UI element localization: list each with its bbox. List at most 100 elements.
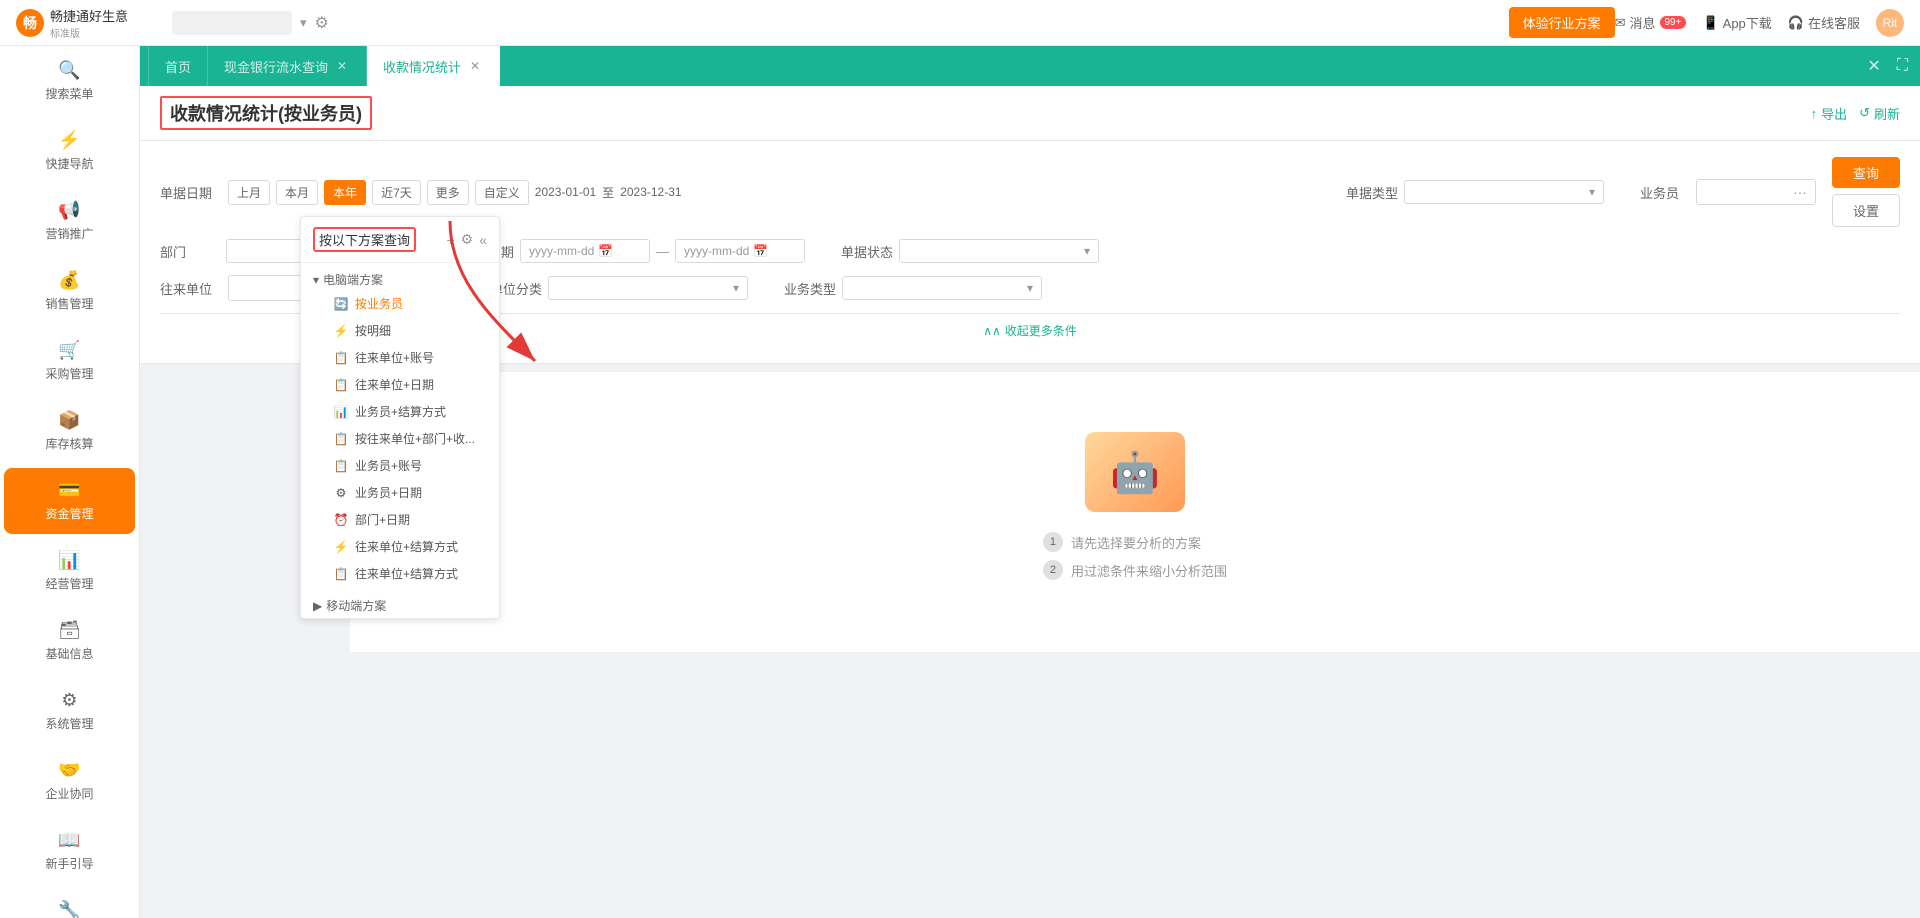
tab-collection[interactable]: 收款情况统计 ✕ (367, 46, 500, 86)
settings-icon[interactable]: ⚙ (315, 13, 329, 33)
sales-icon: 💰 (58, 270, 80, 291)
scheme-item-salesman-payment[interactable]: 📊 业务员+结算方式 (313, 398, 487, 425)
scheme-item-label-8: 部门+日期 (355, 511, 410, 528)
sidebar-item-purchase[interactable]: 🛒 采购管理 (4, 328, 135, 394)
biz-type-chevron: ▾ (1027, 281, 1033, 295)
doctype-select[interactable]: ▾ (1404, 180, 1604, 204)
sidebar-item-operation[interactable]: 📊 经营管理 (4, 538, 135, 604)
scheme-item-partner-account[interactable]: 📋 往来单位+账号 (313, 344, 487, 371)
scheme-item-icon-4: 📊 (333, 404, 349, 420)
online-service-item[interactable]: 🎧 在线客服 (1788, 13, 1860, 32)
message-icon: ✉ (1615, 15, 1626, 31)
dropdown-icon[interactable]: ▾ (300, 15, 307, 31)
edition-badge: 标准版 (50, 25, 128, 40)
sidebar-item-finance[interactable]: 💳 资金管理 (4, 468, 135, 534)
scheme-item-partner-payment2[interactable]: 📋 往来单位+结算方式 (313, 560, 487, 587)
scheme-item-salesman-date[interactable]: ⚙ 业务员+日期 (313, 479, 487, 506)
service-icon: 🎧 (1788, 15, 1804, 31)
export-btn[interactable]: ↑ 导出 (1811, 104, 1848, 123)
settings-button[interactable]: 设置 (1832, 194, 1900, 227)
tab-bank[interactable]: 现金银行流水查询 ✕ (208, 46, 367, 86)
window-expand-btn[interactable]: ⛶ (1893, 53, 1912, 79)
sidebar-label-guide: 新手引导 (45, 855, 93, 872)
scheme-item-partner-date[interactable]: 📋 往来单位+日期 (313, 371, 487, 398)
collapse-icon: ∧∧ (983, 324, 1001, 338)
scheme-item-icon-10: 📋 (333, 566, 349, 582)
scheme-mobile-toggle[interactable]: ▶ 移动端方案 (313, 595, 487, 616)
sidebar-item-hardware[interactable]: 🔧 智能硬件 (4, 888, 135, 918)
tab-bank-label: 现金银行流水查询 (224, 57, 328, 76)
review-date-end[interactable]: yyyy-mm-dd 📅 (675, 239, 805, 263)
scheme-item-icon-0: 🔄 (333, 296, 349, 312)
sidebar-item-guide[interactable]: 📖 新手引导 (4, 818, 135, 884)
sidebar-item-collab[interactable]: 🤝 企业协同 (4, 748, 135, 814)
date-this-month[interactable]: 本月 (276, 180, 318, 205)
collapse-label: 收起更多条件 (1005, 322, 1077, 339)
scheme-add-btn[interactable]: + (446, 232, 454, 248)
date-last-month[interactable]: 上月 (228, 180, 270, 205)
app-download-item[interactable]: 📱 App下载 (1702, 13, 1771, 32)
date-7days[interactable]: 近7天 (372, 180, 421, 205)
sidebar-item-marketing[interactable]: 📢 营销推广 (4, 188, 135, 254)
biz-type-select[interactable]: ▾ (842, 276, 1042, 300)
scheme-item-icon-3: 📋 (333, 377, 349, 393)
doc-status-select[interactable]: ▾ (899, 239, 1099, 263)
marketing-icon: 📢 (58, 200, 80, 221)
date-more[interactable]: 更多 (427, 180, 469, 205)
tab-collection-close[interactable]: ✕ (467, 58, 483, 74)
message-item[interactable]: ✉ 消息 99+ (1615, 13, 1687, 32)
doctype-chevron: ▾ (1589, 185, 1595, 199)
scheme-item-salesman[interactable]: 🔄 按业务员 (313, 290, 487, 317)
sidebar-item-system[interactable]: ⚙ 系统管理 (4, 678, 135, 744)
operation-icon: 📊 (58, 550, 80, 571)
page-content: 收款情况统计(按业务员) ↑ 导出 ↺ 刷新 单据日期 (140, 86, 1920, 918)
pc-toggle-icon: ▾ (313, 273, 319, 287)
sidebar-label-finance: 资金管理 (45, 505, 93, 522)
empty-hints: 1 请先选择要分析的方案 2 用过滤条件来缩小分析范围 (1043, 532, 1227, 580)
mobile-toggle-icon: ▶ (313, 599, 322, 613)
scheme-item-dept-date[interactable]: ⏰ 部门+日期 (313, 506, 487, 533)
page-actions: ↑ 导出 ↺ 刷新 (1811, 104, 1900, 123)
tab-bank-close[interactable]: ✕ (334, 58, 350, 74)
salesman-more-icon[interactable]: ··· (1793, 184, 1807, 200)
scheme-item-icon-2: 📋 (333, 350, 349, 366)
search-placeholder[interactable] (172, 11, 292, 35)
window-close-btn[interactable]: ✕ (1863, 52, 1884, 80)
scheme-item-partner-payment1[interactable]: ⚡ 往来单位+结算方式 (313, 533, 487, 560)
sidebar-label-basic: 基础信息 (45, 645, 93, 662)
logo-text: 畅捷通好生意 (50, 6, 128, 25)
sidebar-item-basic[interactable]: 🗃 基础信息 (4, 608, 135, 674)
tab-home[interactable]: 首页 (148, 46, 208, 86)
scheme-item-partner-dept[interactable]: 📋 按往来单位+部门+收... (313, 425, 487, 452)
scheme-item-icon-9: ⚡ (333, 539, 349, 555)
sidebar-item-nav[interactable]: ⚡ 快捷导航 (4, 118, 135, 184)
trial-button[interactable]: 体验行业方案 (1509, 7, 1615, 38)
hint-text-2: 用过滤条件来缩小分析范围 (1071, 561, 1227, 580)
refresh-icon: ↺ (1859, 105, 1870, 121)
scheme-item-salesman-account[interactable]: 📋 业务员+账号 (313, 452, 487, 479)
date-custom[interactable]: 自定义 (475, 180, 529, 205)
review-date-start[interactable]: yyyy-mm-dd 📅 (520, 239, 650, 263)
refresh-btn[interactable]: ↺ 刷新 (1859, 104, 1900, 123)
scheme-panel: 按以下方案查询 + ⚙ « ▾ 电脑端方案 🔄 按业务员 (300, 216, 500, 619)
dept-label: 部门 (160, 242, 210, 261)
tab-bar: 首页 现金银行流水查询 ✕ 收款情况统计 ✕ ✕ ⛶ (140, 46, 1920, 86)
page-title: 收款情况统计(按业务员) (160, 96, 372, 130)
partner-cat-chevron: ▾ (733, 281, 739, 295)
sidebar: 🔍 搜索菜单 ⚡ 快捷导航 📢 营销推广 💰 销售管理 🛒 采购管理 📦 库存核… (0, 46, 140, 918)
filter-actions: 查询 设置 (1832, 157, 1900, 227)
calendar-icon: 📅 (598, 244, 613, 258)
scheme-pc-toggle[interactable]: ▾ 电脑端方案 (313, 269, 487, 290)
scheme-item-detail[interactable]: ⚡ 按明细 (313, 317, 487, 344)
scheme-collapse-btn[interactable]: « (479, 232, 487, 248)
sidebar-item-inventory[interactable]: 📦 库存核算 (4, 398, 135, 464)
date-this-year[interactable]: 本年 (324, 180, 366, 205)
partner-category-select[interactable]: ▾ (548, 276, 748, 300)
sidebar-item-search[interactable]: 🔍 搜索菜单 (4, 48, 135, 114)
user-avatar[interactable]: Rit (1876, 9, 1904, 37)
query-button[interactable]: 查询 (1832, 157, 1900, 188)
scheme-settings-btn[interactable]: ⚙ (461, 231, 474, 248)
sidebar-item-sales[interactable]: 💰 销售管理 (4, 258, 135, 324)
tab-bar-right: ✕ ⛶ (1863, 52, 1912, 80)
salesman-select[interactable]: ··· (1696, 179, 1816, 205)
